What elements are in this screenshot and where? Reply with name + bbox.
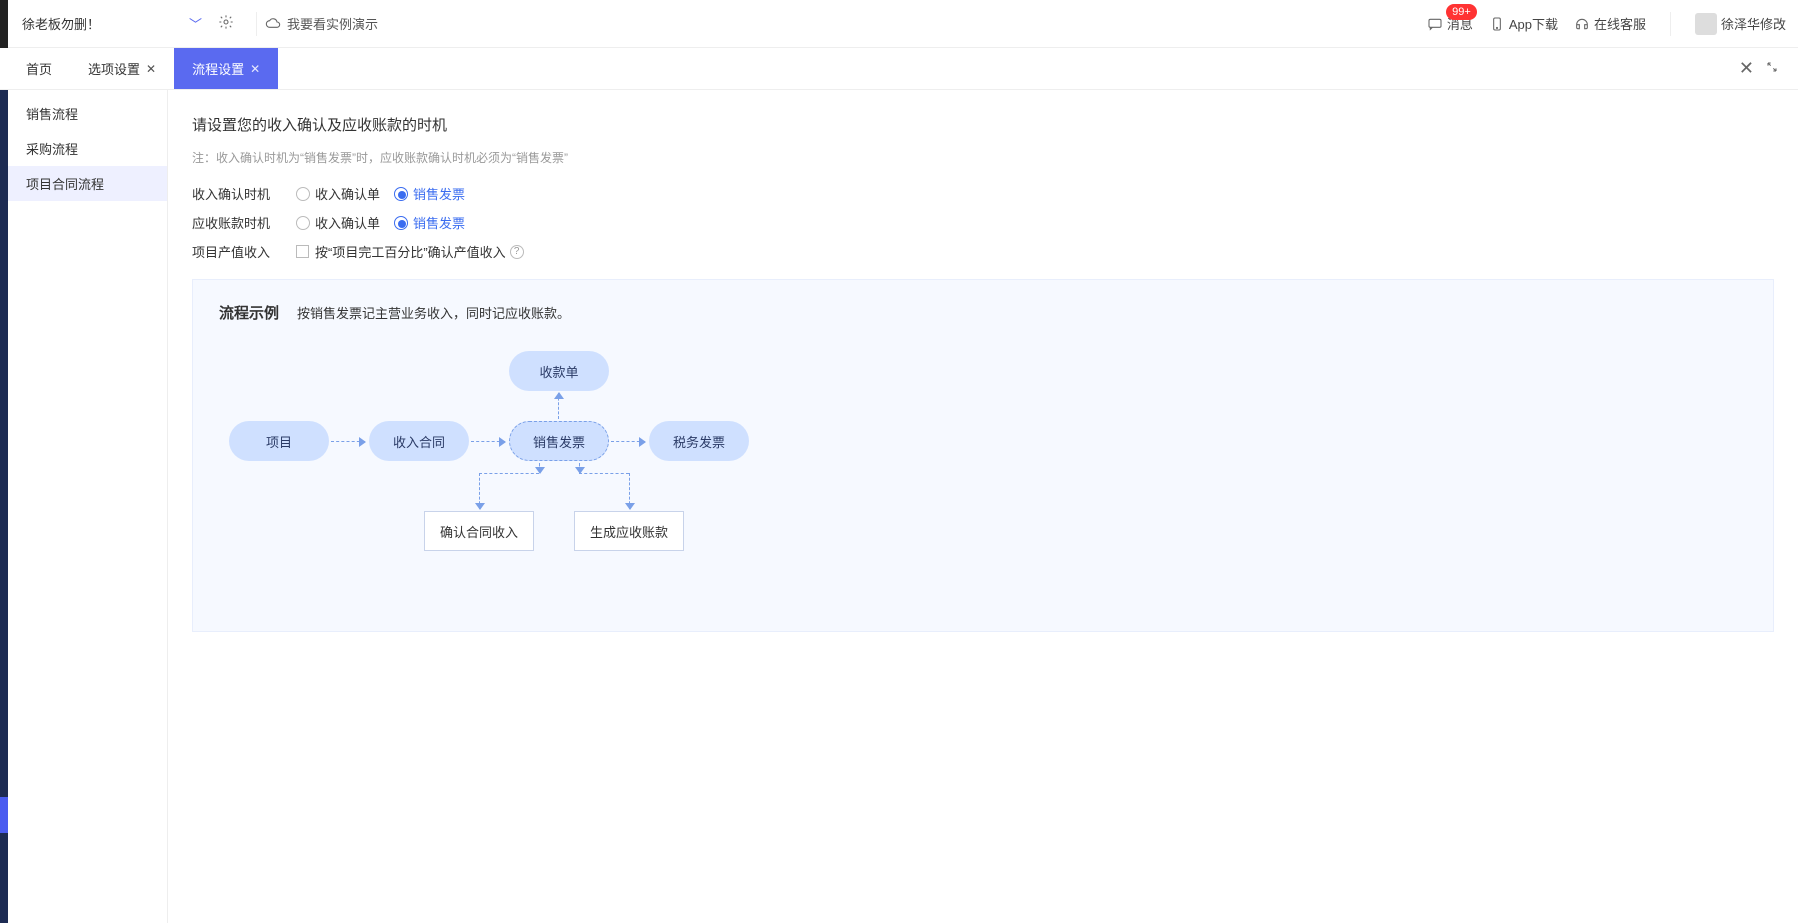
tab-home[interactable]: 首页 — [8, 48, 70, 89]
tab-process[interactable]: 流程设置 ✕ — [174, 48, 278, 89]
demo-link[interactable]: 我要看实例演示 — [265, 14, 378, 33]
user-name: 徐泽华修改 — [1721, 14, 1786, 33]
chevron-down-icon: ﹀ — [189, 14, 202, 33]
row-project-value: 项目产值收入 按“项目完工百分比”确认产值收入 ? — [192, 242, 1774, 261]
checkbox-label: 按“项目完工百分比”确认产值收入 — [315, 242, 506, 261]
top-bar: 徐老板勿删！ ﹀ 我要看实例演示 消息 99+ App下载 在线客服 徐泽华修改 — [0, 0, 1798, 48]
message-icon — [1427, 16, 1443, 32]
arrow-down-icon — [629, 473, 630, 509]
radio-ar-confirm-doc[interactable]: 收入确认单 — [296, 213, 380, 232]
radio-income-sales-invoice[interactable]: 销售发票 — [394, 184, 465, 203]
radio-label: 销售发票 — [413, 213, 465, 232]
sidebar-item-label: 项目合同流程 — [26, 177, 104, 192]
radio-label: 收入确认单 — [315, 213, 380, 232]
tenant-selector[interactable]: 徐老板勿删！ ﹀ — [12, 14, 212, 33]
arrow-down-icon — [479, 473, 480, 509]
arrow-right-icon — [611, 441, 645, 442]
radio-icon — [394, 216, 408, 230]
tab-label: 流程设置 — [192, 59, 244, 78]
flow-line — [479, 473, 539, 474]
radio-income-confirm-doc[interactable]: 收入确认单 — [296, 184, 380, 203]
app-download-label: App下载 — [1509, 14, 1558, 33]
expand-icon[interactable] — [1760, 59, 1784, 78]
flow-canvas: 收款单 项目 收入合同 销售发票 税务发票 — [219, 351, 1747, 591]
divider — [1670, 12, 1671, 36]
arrow-right-icon — [331, 441, 365, 442]
flow-line — [579, 463, 580, 473]
customer-service-button[interactable]: 在线客服 — [1574, 14, 1646, 33]
left-edge-sliver — [0, 0, 8, 48]
row-income-confirm: 收入确认时机 收入确认单 销售发票 — [192, 184, 1774, 203]
left-nav-rail — [0, 90, 8, 923]
sidebar-item-purchase[interactable]: 采购流程 — [8, 131, 167, 166]
avatar — [1695, 13, 1717, 35]
customer-service-label: 在线客服 — [1594, 14, 1646, 33]
tabs-right-controls: ✕ — [1719, 48, 1798, 89]
tab-label: 首页 — [26, 59, 52, 78]
help-icon[interactable]: ? — [510, 245, 524, 259]
radio-icon — [296, 187, 310, 201]
example-title: 流程示例 — [219, 302, 279, 323]
radio-label: 销售发票 — [413, 184, 465, 203]
flow-line — [539, 463, 540, 473]
close-panel-button[interactable]: ✕ — [1733, 58, 1760, 79]
radio-label: 收入确认单 — [315, 184, 380, 203]
messages-badge: 99+ — [1446, 4, 1477, 20]
node-confirm-contract-income: 确认合同收入 — [424, 511, 534, 551]
cloud-icon — [265, 16, 281, 32]
row-label: 收入确认时机 — [192, 184, 282, 203]
arrow-right-icon — [471, 441, 505, 442]
radio-icon — [296, 216, 310, 230]
sidebar-item-project[interactable]: 项目合同流程 — [8, 166, 167, 201]
headset-icon — [1574, 16, 1590, 32]
tab-options[interactable]: 选项设置 ✕ — [70, 48, 174, 89]
row-label: 项目产值收入 — [192, 242, 282, 261]
checkbox-icon — [296, 245, 309, 258]
node-project: 项目 — [229, 421, 329, 461]
sidebar-item-label: 销售流程 — [26, 107, 78, 122]
phone-icon — [1489, 16, 1505, 32]
settings-note: 注：收入确认时机为“销售发票”时，应收账款确认时机必须为“销售发票” — [192, 149, 1774, 166]
page-title: 请设置您的收入确认及应收账款的时机 — [192, 114, 1774, 135]
tenant-name: 徐老板勿删！ — [22, 14, 100, 33]
flow-example-panel: 流程示例 按销售发票记主营业务收入，同时记应收账款。 收款单 项目 收入合同 销… — [192, 279, 1774, 632]
radio-icon — [394, 187, 408, 201]
sidebar-item-label: 采购流程 — [26, 142, 78, 157]
top-right-actions: 消息 99+ App下载 在线客服 徐泽华修改 — [1427, 12, 1786, 36]
divider — [256, 12, 257, 36]
messages-button[interactable]: 消息 99+ — [1427, 14, 1473, 33]
left-rail-marker — [0, 797, 8, 833]
gear-icon[interactable] — [218, 14, 234, 33]
radio-ar-sales-invoice[interactable]: 销售发票 — [394, 213, 465, 232]
example-desc: 按销售发票记主营业务收入，同时记应收账款。 — [297, 303, 570, 322]
process-sidebar: 销售流程 采购流程 项目合同流程 — [8, 90, 168, 923]
user-menu[interactable]: 徐泽华修改 — [1695, 13, 1786, 35]
node-sales-invoice: 销售发票 — [509, 421, 609, 461]
node-income-contract: 收入合同 — [369, 421, 469, 461]
row-label: 应收账款时机 — [192, 213, 282, 232]
body: 销售流程 采购流程 项目合同流程 请设置您的收入确认及应收账款的时机 注：收入确… — [0, 90, 1798, 923]
flow-line — [579, 473, 629, 474]
arrow-up-icon — [558, 393, 559, 419]
demo-link-label: 我要看实例演示 — [287, 14, 378, 33]
close-icon[interactable]: ✕ — [146, 62, 156, 76]
node-receipt: 收款单 — [509, 351, 609, 391]
tabs-row: 首页 选项设置 ✕ 流程设置 ✕ ✕ — [0, 48, 1798, 90]
main-content: 请设置您的收入确认及应收账款的时机 注：收入确认时机为“销售发票”时，应收账款确… — [168, 90, 1798, 923]
close-icon[interactable]: ✕ — [250, 62, 260, 76]
sidebar-item-sales[interactable]: 销售流程 — [8, 96, 167, 131]
node-generate-ar: 生成应收账款 — [574, 511, 684, 551]
checkbox-percent-complete[interactable]: 按“项目完工百分比”确认产值收入 ? — [296, 242, 524, 261]
node-tax-invoice: 税务发票 — [649, 421, 749, 461]
row-ar-confirm: 应收账款时机 收入确认单 销售发票 — [192, 213, 1774, 232]
tab-label: 选项设置 — [88, 59, 140, 78]
app-download-button[interactable]: App下载 — [1489, 14, 1558, 33]
